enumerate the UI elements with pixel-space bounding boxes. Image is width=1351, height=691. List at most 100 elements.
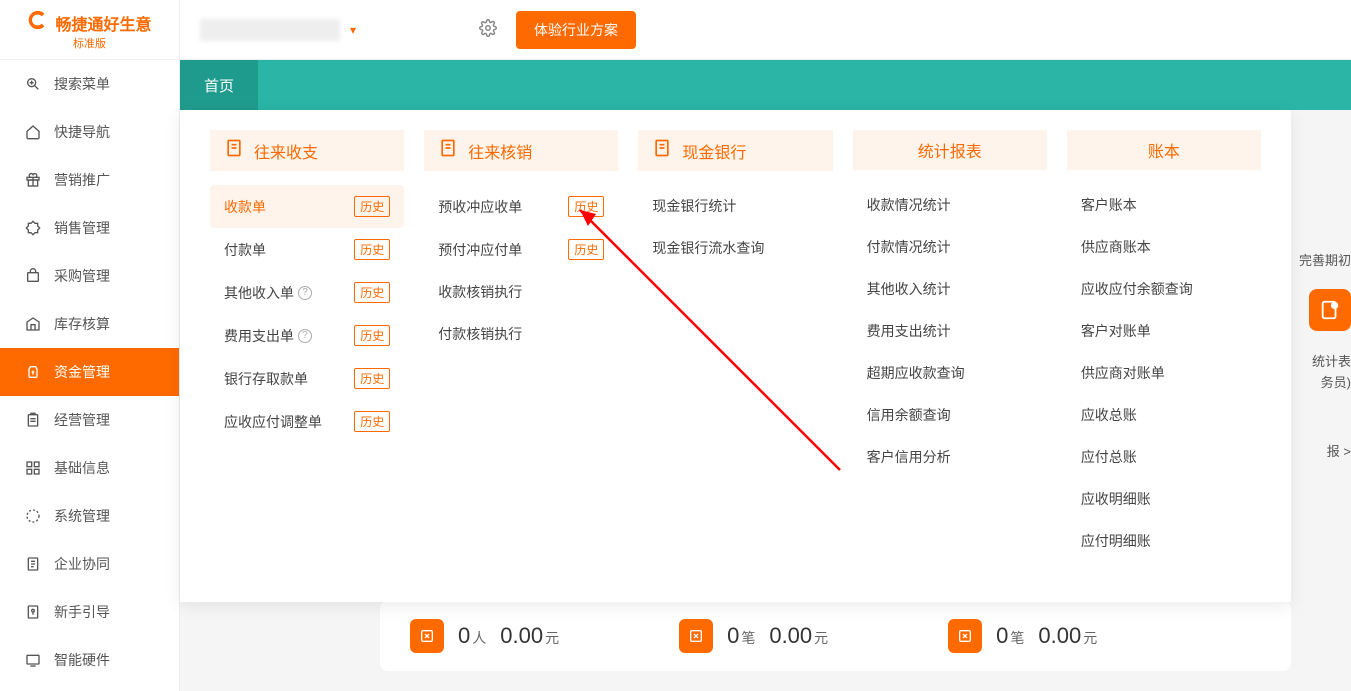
sidebar-item-3[interactable]: 销售管理 [0, 204, 179, 252]
mega-item-label: 应付明细账 [1081, 531, 1151, 551]
sidebar-item-label: 基础信息 [54, 458, 110, 478]
stat-count: 0笔 [727, 623, 755, 649]
settings-button[interactable] [474, 16, 502, 44]
hint-complete-initial[interactable]: 完善期初 [1299, 250, 1351, 269]
doc-icon [24, 555, 42, 573]
sidebar-item-label: 新手引导 [54, 602, 110, 622]
history-tag[interactable]: 历史 [354, 239, 390, 260]
mega-header: 账本 [1067, 130, 1261, 170]
mega-item-label: 收款情况统计 [867, 195, 951, 215]
mega-item-label: 客户账本 [1081, 195, 1137, 215]
mega-item-label: 应付总账 [1081, 447, 1137, 467]
mega-item-label: 超期应收款查询 [867, 363, 965, 383]
sidebar-item-4[interactable]: 采购管理 [0, 252, 179, 300]
sidebar-item-label: 库存核算 [54, 314, 110, 334]
history-tag[interactable]: 历史 [354, 325, 390, 346]
ring-icon [24, 507, 42, 525]
mega-header-title: 现金银行 [682, 139, 746, 163]
document-icon [224, 138, 244, 163]
document-icon [438, 138, 458, 163]
sidebar-item-9[interactable]: 系统管理 [0, 492, 179, 540]
mega-item[interactable]: 收款情况统计 [853, 184, 1047, 226]
stat-group-1: 0笔0.00元 [679, 619, 828, 653]
brand-edition: 标准版 [73, 35, 106, 51]
mega-item[interactable]: 预付冲应付单 历史 [424, 228, 618, 271]
help-icon[interactable]: ? [298, 329, 312, 343]
mega-item[interactable]: 其他收入统计 [853, 268, 1047, 310]
sidebar-item-5[interactable]: 库存核算 [0, 300, 179, 348]
mega-item[interactable]: 应付明细账 [1067, 520, 1261, 562]
mega-item[interactable]: 供应商对账单 [1067, 352, 1261, 394]
mega-item[interactable]: 付款单历史 [210, 228, 404, 271]
sidebar-item-8[interactable]: 基础信息 [0, 444, 179, 492]
float-badge-icon[interactable] [1309, 289, 1351, 331]
mega-item[interactable]: 供应商账本 [1067, 226, 1261, 268]
mega-item[interactable]: 应收应付调整单历史 [210, 400, 404, 443]
money-icon [24, 363, 42, 381]
stat-group-2: 0笔0.00元 [948, 619, 1097, 653]
logo: 畅捷通好生意 标准版 [0, 0, 179, 60]
mega-column-4: 账本客户账本供应商账本应收应付余额查询客户对账单供应商对账单应收总账应付总账应收… [1067, 130, 1261, 562]
history-tag[interactable]: 历史 [354, 196, 390, 217]
mega-column-0: 往来收支收款单历史付款单历史其他收入单?历史费用支出单?历史银行存取款单历史应收… [210, 130, 404, 562]
stat-count: 0笔 [996, 623, 1024, 649]
mega-item[interactable]: 费用支出统计 [853, 310, 1047, 352]
history-tag[interactable]: 历史 [568, 196, 604, 217]
mega-item-label: 付款情况统计 [867, 237, 951, 257]
mega-item[interactable]: 客户信用分析 [853, 436, 1047, 478]
hint-stats-a[interactable]: 统计表 [1312, 351, 1351, 370]
badge-icon [24, 219, 42, 237]
mega-header-title: 往来核销 [468, 139, 532, 163]
mega-item[interactable]: 预收冲应收单 历史 [424, 185, 618, 228]
sidebar-item-11[interactable]: 新手引导 [0, 588, 179, 636]
sidebar: 畅捷通好生意 标准版 搜索菜单快捷导航营销推广销售管理采购管理库存核算资金管理经… [0, 0, 180, 691]
mega-item-label: 预收冲应收单 [438, 197, 522, 217]
mega-item[interactable]: 其他收入单?历史 [210, 271, 404, 314]
mega-item[interactable]: 信用余额查询 [853, 394, 1047, 436]
bottom-stats: 0人0.00元0笔0.00元0笔0.00元 [380, 601, 1291, 671]
mega-item[interactable]: 收款单 历史 [210, 185, 404, 228]
industry-plan-button[interactable]: 体验行业方案 [516, 11, 636, 49]
history-tag[interactable]: 历史 [568, 239, 604, 260]
mega-item-label: 收款单 [224, 197, 266, 217]
sidebar-item-7[interactable]: 经营管理 [0, 396, 179, 444]
org-selector[interactable]: ▾ [200, 19, 460, 41]
tab-home[interactable]: 首页 [180, 60, 258, 110]
sidebar-item-10[interactable]: 企业协同 [0, 540, 179, 588]
hint-report[interactable]: 报 > [1327, 441, 1351, 460]
brand-name: 畅捷通好生意 [55, 11, 151, 35]
mega-item-label: 应收总账 [1081, 405, 1137, 425]
mega-item[interactable]: 现金银行流水查询 [638, 227, 832, 269]
mega-item[interactable]: 应收总账 [1067, 394, 1261, 436]
mega-item[interactable]: 应收明细账 [1067, 478, 1261, 520]
mega-item[interactable]: 现金银行统计 [638, 185, 832, 227]
mega-item[interactable]: 费用支出单?历史 [210, 314, 404, 357]
mega-item[interactable]: 付款核销执行 [424, 313, 618, 355]
tv-icon [24, 651, 42, 669]
history-tag[interactable]: 历史 [354, 282, 390, 303]
mega-item[interactable]: 收款核销执行 [424, 271, 618, 313]
mega-item[interactable]: 应付总账 [1067, 436, 1261, 478]
sidebar-item-label: 快捷导航 [54, 122, 110, 142]
sidebar-item-0[interactable]: 搜索菜单 [0, 60, 179, 108]
sidebar-item-2[interactable]: 营销推广 [0, 156, 179, 204]
mega-item-label: 预付冲应付单 [438, 240, 522, 260]
mega-item-label: 现金银行统计 [652, 196, 736, 216]
org-name-blurred [200, 19, 340, 41]
right-float-panel: 完善期初 统计表 务员) 报 > [1291, 250, 1351, 460]
sidebar-item-label: 系统管理 [54, 506, 110, 526]
mega-item[interactable]: 银行存取款单历史 [210, 357, 404, 400]
mega-item[interactable]: 超期应收款查询 [853, 352, 1047, 394]
history-tag[interactable]: 历史 [354, 411, 390, 432]
sidebar-item-label: 采购管理 [54, 266, 110, 286]
sidebar-item-12[interactable]: 智能硬件 [0, 636, 179, 684]
history-tag[interactable]: 历史 [354, 368, 390, 389]
sidebar-item-6[interactable]: 资金管理 [0, 348, 179, 396]
mega-item[interactable]: 客户对账单 [1067, 310, 1261, 352]
help-icon[interactable]: ? [298, 286, 312, 300]
mega-item[interactable]: 客户账本 [1067, 184, 1261, 226]
nav-list: 搜索菜单快捷导航营销推广销售管理采购管理库存核算资金管理经营管理基础信息系统管理… [0, 60, 179, 691]
sidebar-item-1[interactable]: 快捷导航 [0, 108, 179, 156]
mega-item[interactable]: 应收应付余额查询 [1067, 268, 1261, 310]
mega-item[interactable]: 付款情况统计 [853, 226, 1047, 268]
